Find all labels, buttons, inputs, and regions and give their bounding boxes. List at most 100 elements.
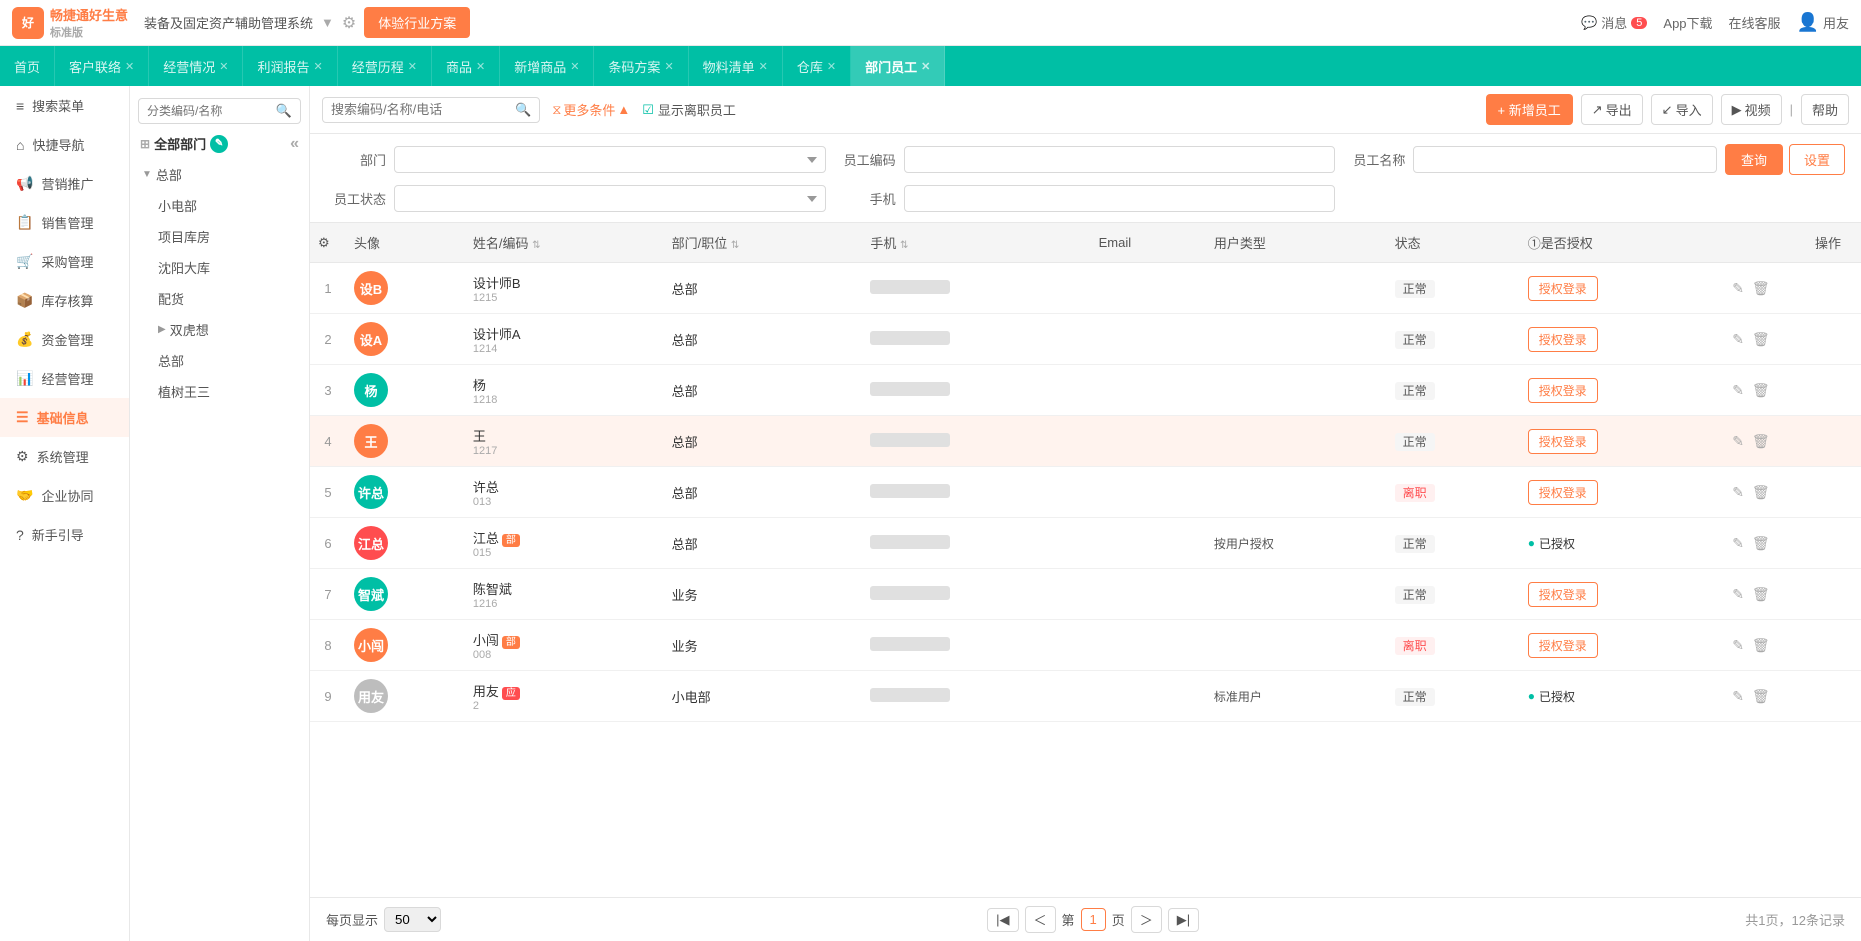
edit-icon[interactable]: ✎ bbox=[1732, 331, 1744, 348]
nav-tab-close[interactable]: ✕ bbox=[408, 60, 417, 73]
sidebar-item-finance[interactable]: 💰 资金管理 bbox=[0, 320, 129, 359]
auth-button[interactable]: 授权登录 bbox=[1528, 378, 1598, 403]
next-page-btn[interactable]: ＞ bbox=[1131, 906, 1162, 933]
sidebar-item-guide[interactable]: ? 新手引导 bbox=[0, 515, 129, 554]
td-authorized[interactable]: 授权登录 bbox=[1520, 416, 1724, 467]
nav-tab-部门员工[interactable]: 部门员工✕ bbox=[851, 46, 945, 86]
online-service[interactable]: 在线客服 bbox=[1729, 13, 1781, 32]
nav-tab-条码方案[interactable]: 条码方案✕ bbox=[594, 46, 688, 86]
td-authorized[interactable]: 授权登录 bbox=[1520, 467, 1724, 518]
td-authorized[interactable]: ●已授权 bbox=[1520, 671, 1724, 722]
sidebar-item-quicknav[interactable]: ⌂ 快捷导航 bbox=[0, 125, 129, 164]
edit-icon[interactable]: ✎ bbox=[1732, 433, 1744, 450]
export-button[interactable]: ↗ 导出 bbox=[1581, 94, 1643, 125]
td-authorized[interactable]: 授权登录 bbox=[1520, 569, 1724, 620]
sidebar-item-cooperation[interactable]: 🤝 企业协同 bbox=[0, 476, 129, 515]
help-button[interactable]: 帮助 bbox=[1801, 94, 1849, 125]
table-settings-icon[interactable]: ⚙ bbox=[318, 235, 330, 250]
nav-tab-close[interactable]: ✕ bbox=[219, 60, 228, 73]
dept-node-双虎想[interactable]: ▶ 双虎想 bbox=[146, 314, 309, 345]
last-page-btn[interactable]: ▶| bbox=[1168, 908, 1199, 932]
dept-node-项目库房[interactable]: 项目库房 bbox=[146, 221, 309, 252]
dept-node-植树王三[interactable]: 植树王三 bbox=[146, 376, 309, 407]
dept-node-沈阳大库[interactable]: 沈阳大库 bbox=[146, 252, 309, 283]
more-conditions-btn[interactable]: ⧖ 更多条件 ▲ bbox=[552, 100, 630, 119]
edit-icon[interactable]: ✎ bbox=[1732, 484, 1744, 501]
td-authorized[interactable]: 授权登录 bbox=[1520, 365, 1724, 416]
prev-page-btn[interactable]: ＜ bbox=[1025, 906, 1056, 933]
nav-tab-新增商品[interactable]: 新增商品✕ bbox=[500, 46, 594, 86]
auth-button[interactable]: 授权登录 bbox=[1528, 327, 1598, 352]
delete-icon[interactable]: 🗑 bbox=[1752, 331, 1770, 348]
auth-button[interactable]: 授权登录 bbox=[1528, 633, 1598, 658]
nav-tab-仓库[interactable]: 仓库✕ bbox=[783, 46, 851, 86]
nav-tab-经营历程[interactable]: 经营历程✕ bbox=[338, 46, 432, 86]
nav-tab-首页[interactable]: 首页 bbox=[0, 46, 55, 86]
video-button[interactable]: ▶ 视频 bbox=[1721, 94, 1782, 125]
delete-icon[interactable]: 🗑 bbox=[1752, 586, 1770, 603]
nav-tab-客户联络[interactable]: 客户联络✕ bbox=[55, 46, 149, 86]
delete-icon[interactable]: 🗑 bbox=[1752, 280, 1770, 297]
add-employee-button[interactable]: + 新增员工 bbox=[1486, 94, 1573, 125]
sidebar-item-operations[interactable]: 📊 经营管理 bbox=[0, 359, 129, 398]
dept-node-总部[interactable]: 总部 bbox=[146, 345, 309, 376]
nav-tab-close[interactable]: ✕ bbox=[664, 60, 673, 73]
auth-button[interactable]: 授权登录 bbox=[1528, 276, 1598, 301]
dept-node-小电部[interactable]: 小电部 bbox=[146, 190, 309, 221]
sidebar-item-marketing[interactable]: 📢 营销推广 bbox=[0, 164, 129, 203]
sidebar-item-inventory[interactable]: 📦 库存核算 bbox=[0, 281, 129, 320]
show-resigned-wrap[interactable]: ☑ 显示离职员工 bbox=[642, 100, 736, 119]
notification-area[interactable]: 💬 消息 5 bbox=[1581, 13, 1647, 32]
first-page-btn[interactable]: |◀ bbox=[987, 908, 1018, 932]
trial-button[interactable]: 体验行业方案 bbox=[364, 7, 470, 38]
td-authorized[interactable]: 授权登录 bbox=[1520, 620, 1724, 671]
sidebar-item-purchase[interactable]: 🛒 采购管理 bbox=[0, 242, 129, 281]
delete-icon[interactable]: 🗑 bbox=[1752, 688, 1770, 705]
nav-tab-close[interactable]: ✕ bbox=[570, 60, 579, 73]
app-download[interactable]: App下载 bbox=[1663, 13, 1712, 32]
nav-tab-利润报告[interactable]: 利润报告✕ bbox=[243, 46, 337, 86]
dept-search-wrap[interactable]: 🔍 bbox=[138, 98, 301, 124]
empname-filter-input[interactable] bbox=[1413, 146, 1717, 173]
nav-tab-close[interactable]: ✕ bbox=[827, 60, 836, 73]
th-settings[interactable]: ⚙ bbox=[310, 223, 346, 263]
dept-filter-select[interactable] bbox=[394, 146, 826, 173]
auth-button[interactable]: 授权登录 bbox=[1528, 480, 1598, 505]
sidebar-item-basic[interactable]: ☰ 基础信息 bbox=[0, 398, 129, 437]
dept-node-总部[interactable]: ▼ 总部 bbox=[130, 159, 309, 190]
search-input-wrap[interactable]: 🔍 bbox=[322, 97, 540, 123]
delete-icon[interactable]: 🗑 bbox=[1752, 535, 1770, 552]
nav-tab-经营情况[interactable]: 经营情况✕ bbox=[149, 46, 243, 86]
delete-icon[interactable]: 🗑 bbox=[1752, 637, 1770, 654]
delete-icon[interactable]: 🗑 bbox=[1752, 433, 1770, 450]
phone-filter-input[interactable] bbox=[904, 185, 1336, 212]
sidebar-item-search[interactable]: ≡ 搜索菜单 bbox=[0, 86, 129, 125]
query-button[interactable]: 查询 bbox=[1725, 144, 1783, 175]
auth-button[interactable]: 授权登录 bbox=[1528, 429, 1598, 454]
dept-node-配货[interactable]: 配货 bbox=[146, 283, 309, 314]
td-authorized[interactable]: 授权登录 bbox=[1520, 263, 1724, 314]
edit-icon[interactable]: ✎ bbox=[1732, 586, 1744, 603]
dept-edit-icon[interactable]: ✎ bbox=[210, 135, 228, 153]
nav-tab-close[interactable]: ✕ bbox=[921, 60, 930, 73]
delete-icon[interactable]: 🗑 bbox=[1752, 382, 1770, 399]
edit-icon[interactable]: ✎ bbox=[1732, 637, 1744, 654]
settings-icon[interactable]: ⚙ bbox=[342, 13, 356, 33]
user-avatar[interactable]: 👤 用友 bbox=[1797, 12, 1849, 33]
dept-search-input[interactable] bbox=[147, 104, 276, 118]
edit-icon[interactable]: ✎ bbox=[1732, 688, 1744, 705]
empcode-filter-input[interactable] bbox=[904, 146, 1336, 173]
search-input[interactable] bbox=[331, 102, 511, 117]
nav-tab-close[interactable]: ✕ bbox=[476, 60, 485, 73]
status-filter-select[interactable] bbox=[394, 185, 826, 212]
edit-icon[interactable]: ✎ bbox=[1732, 280, 1744, 297]
delete-icon[interactable]: 🗑 bbox=[1752, 484, 1770, 501]
auth-button[interactable]: 授权登录 bbox=[1528, 582, 1598, 607]
nav-tab-close[interactable]: ✕ bbox=[759, 60, 768, 73]
nav-tab-物料清单[interactable]: 物料清单✕ bbox=[689, 46, 783, 86]
edit-icon[interactable]: ✎ bbox=[1732, 535, 1744, 552]
td-authorized[interactable]: 授权登录 bbox=[1520, 314, 1724, 365]
sidebar-item-sales[interactable]: 📋 销售管理 bbox=[0, 203, 129, 242]
per-page-select[interactable]: 50 100 bbox=[384, 907, 441, 932]
dept-all-item[interactable]: ⊞ 全部部门 ✎ « bbox=[130, 128, 309, 159]
